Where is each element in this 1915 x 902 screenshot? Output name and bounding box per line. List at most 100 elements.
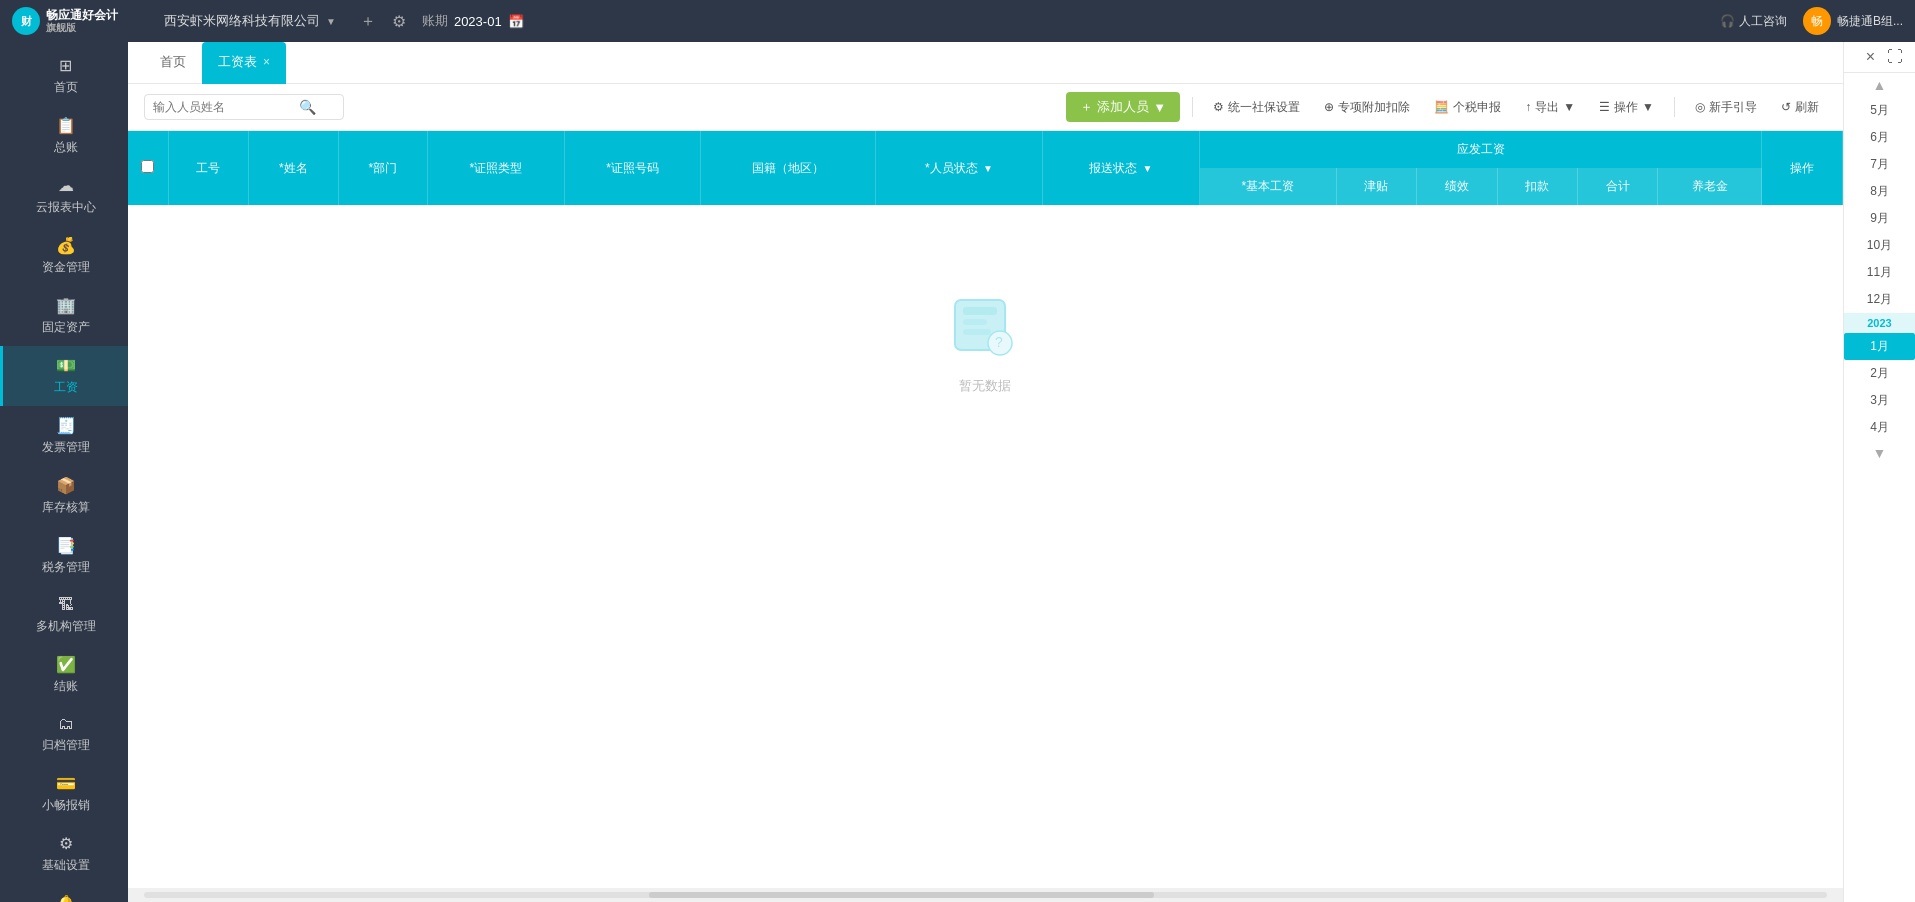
logo-icon: 财	[12, 7, 40, 35]
content-area: 首页 工资表 × 🔍 ＋ 添加人员 ▼ ⚙ 统一社保设置	[128, 42, 1843, 902]
th-total: 合计	[1578, 168, 1658, 205]
report-filter-icon[interactable]: ▼	[1143, 163, 1153, 174]
export-btn[interactable]: ↑ 导出 ▼	[1517, 95, 1583, 120]
month-item-2[interactable]: 2月	[1844, 360, 1915, 387]
fund-icon: 💰	[56, 236, 76, 255]
multi-org-icon: 🏗	[58, 596, 74, 614]
sidebar-label-cloud-report: 云报表中心	[36, 199, 96, 216]
personal-tax-btn[interactable]: 🧮 个税申报	[1426, 95, 1509, 120]
horizontal-scrollbar[interactable]	[144, 892, 1827, 898]
tab-close-icon[interactable]: ×	[263, 55, 270, 69]
tab-home[interactable]: 首页	[144, 42, 202, 84]
th-id-number: *证照号码	[564, 131, 701, 205]
month-item-5[interactable]: 5月	[1844, 97, 1915, 124]
month-item-4[interactable]: 4月	[1844, 414, 1915, 441]
th-department: *部门	[338, 131, 428, 205]
period-label: 账期	[422, 12, 448, 30]
company-selector[interactable]: 西安虾米网络科技有限公司 ▼	[156, 8, 344, 34]
add-icon: ＋	[1080, 98, 1093, 116]
user-info[interactable]: 畅 畅捷通B组...	[1803, 7, 1903, 35]
add-company-icon[interactable]: ＋	[356, 9, 380, 34]
month-item-3[interactable]: 3月	[1844, 387, 1915, 414]
month-item-10[interactable]: 10月	[1844, 232, 1915, 259]
social-security-icon: ⚙	[1213, 100, 1224, 114]
company-name: 西安虾米网络科技有限公司	[164, 12, 320, 30]
date-up-btn[interactable]: ▲	[1844, 73, 1915, 97]
special-deduct-btn[interactable]: ⊕ 专项附加扣除	[1316, 95, 1418, 120]
sidebar-item-salary[interactable]: 💵 工资	[0, 346, 128, 406]
svg-rect-1	[963, 307, 997, 315]
toolbar: 🔍 ＋ 添加人员 ▼ ⚙ 统一社保设置 ⊕ 专项附加扣除 🧮 个税申报	[128, 84, 1843, 131]
add-person-label: 添加人员	[1097, 98, 1149, 116]
social-security-btn[interactable]: ⚙ 统一社保设置	[1205, 95, 1308, 120]
sidebar-label-fixed-asset: 固定资产	[42, 319, 90, 336]
th-pension: 养老金	[1658, 168, 1762, 205]
scrollbar-thumb[interactable]	[649, 892, 1154, 898]
month-item-7[interactable]: 7月	[1844, 151, 1915, 178]
month-item-9[interactable]: 9月	[1844, 205, 1915, 232]
search-icon: 🔍	[299, 99, 316, 115]
sidebar-label-fund: 资金管理	[42, 259, 90, 276]
empty-text: 暂无数据	[959, 377, 1011, 395]
month-item-11[interactable]: 11月	[1844, 259, 1915, 286]
th-payroll-group: 应发工资	[1200, 131, 1762, 168]
settlement-icon: ✅	[56, 655, 76, 674]
tab-home-label: 首页	[160, 53, 186, 71]
sidebar-item-ledger[interactable]: 📋 总账	[0, 106, 128, 166]
personnel-filter-icon[interactable]: ▼	[983, 163, 993, 174]
month-item-1-current[interactable]: 1月	[1844, 333, 1915, 360]
sidebar: ⊞ 首页 📋 总账 ☁ 云报表中心 💰 资金管理 🏢 固定资产 💵 工资 🧾 发…	[0, 42, 128, 902]
home-icon: ⊞	[59, 56, 72, 75]
app-edition: 旗舰版	[46, 22, 118, 34]
calendar-icon[interactable]: 📅	[508, 14, 524, 29]
sidebar-item-settlement[interactable]: ✅ 结账	[0, 645, 128, 705]
month-item-6[interactable]: 6月	[1844, 124, 1915, 151]
tax-icon: 📑	[56, 536, 76, 555]
add-person-button[interactable]: ＋ 添加人员 ▼	[1066, 92, 1180, 122]
month-item-8[interactable]: 8月	[1844, 178, 1915, 205]
sidebar-item-archive[interactable]: 🗂 归档管理	[0, 705, 128, 764]
export-dropdown-icon: ▼	[1563, 100, 1575, 114]
month-item-12[interactable]: 12月	[1844, 286, 1915, 313]
expand-panel-btn[interactable]: ⛶	[1883, 46, 1907, 68]
inventory-icon: 📦	[56, 476, 76, 495]
sidebar-item-fixed-asset[interactable]: 🏢 固定资产	[0, 286, 128, 346]
th-report-status: 报送状态 ▼	[1042, 131, 1199, 205]
empty-state: ? 暂无数据	[128, 205, 1843, 475]
guide-btn[interactable]: ◎ 新手引导	[1687, 95, 1765, 120]
refresh-btn[interactable]: ↺ 刷新	[1773, 95, 1827, 120]
sidebar-item-tax[interactable]: 📑 税务管理	[0, 526, 128, 586]
sidebar-label-multi-org: 多机构管理	[36, 618, 96, 635]
empty-icon: ?	[945, 285, 1025, 365]
sidebar-item-settings[interactable]: ⚙ 基础设置	[0, 824, 128, 884]
close-panel-btn[interactable]: ×	[1862, 46, 1879, 68]
sidebar-item-inventory[interactable]: 📦 库存核算	[0, 466, 128, 526]
date-down-btn[interactable]: ▼	[1844, 441, 1915, 465]
sidebar-item-fund[interactable]: 💰 资金管理	[0, 226, 128, 286]
th-name: *姓名	[248, 131, 338, 205]
salary-icon: 💵	[56, 356, 76, 375]
sidebar-item-multi-org[interactable]: 🏗 多机构管理	[0, 586, 128, 645]
operation-dropdown-icon: ▼	[1642, 100, 1654, 114]
sidebar-item-cloud-report[interactable]: ☁ 云报表中心	[0, 166, 128, 226]
select-all-checkbox[interactable]	[141, 160, 154, 173]
sidebar-item-invoice[interactable]: 🧾 发票管理	[0, 406, 128, 466]
sidebar-item-expense[interactable]: 💳 小畅报销	[0, 764, 128, 824]
sidebar-label-salary: 工资	[54, 379, 78, 396]
fixed-asset-icon: 🏢	[56, 296, 76, 315]
operation-btn[interactable]: ☰ 操作 ▼	[1591, 95, 1662, 120]
company-dropdown-icon: ▼	[326, 16, 336, 27]
search-input[interactable]	[153, 100, 293, 114]
main-layout: ⊞ 首页 📋 总账 ☁ 云报表中心 💰 资金管理 🏢 固定资产 💵 工资 🧾 发…	[0, 42, 1915, 902]
settings-icon[interactable]: ⚙	[388, 10, 410, 33]
th-nationality: 国籍（地区）	[701, 131, 876, 205]
guide-toolbar-icon: ◎	[1695, 100, 1705, 114]
period-value: 2023-01	[454, 14, 502, 29]
th-id-type: *证照类型	[428, 131, 565, 205]
sidebar-item-home[interactable]: ⊞ 首页	[0, 46, 128, 106]
sidebar-item-guide[interactable]: 🔔 新手引导	[0, 884, 128, 902]
tab-salary-table[interactable]: 工资表 ×	[202, 42, 286, 84]
sidebar-label-invoice: 发票管理	[42, 439, 90, 456]
human-service-btn[interactable]: 🎧 人工咨询	[1720, 13, 1787, 30]
app-logo: 财 畅应通好会计 旗舰版	[12, 7, 140, 35]
